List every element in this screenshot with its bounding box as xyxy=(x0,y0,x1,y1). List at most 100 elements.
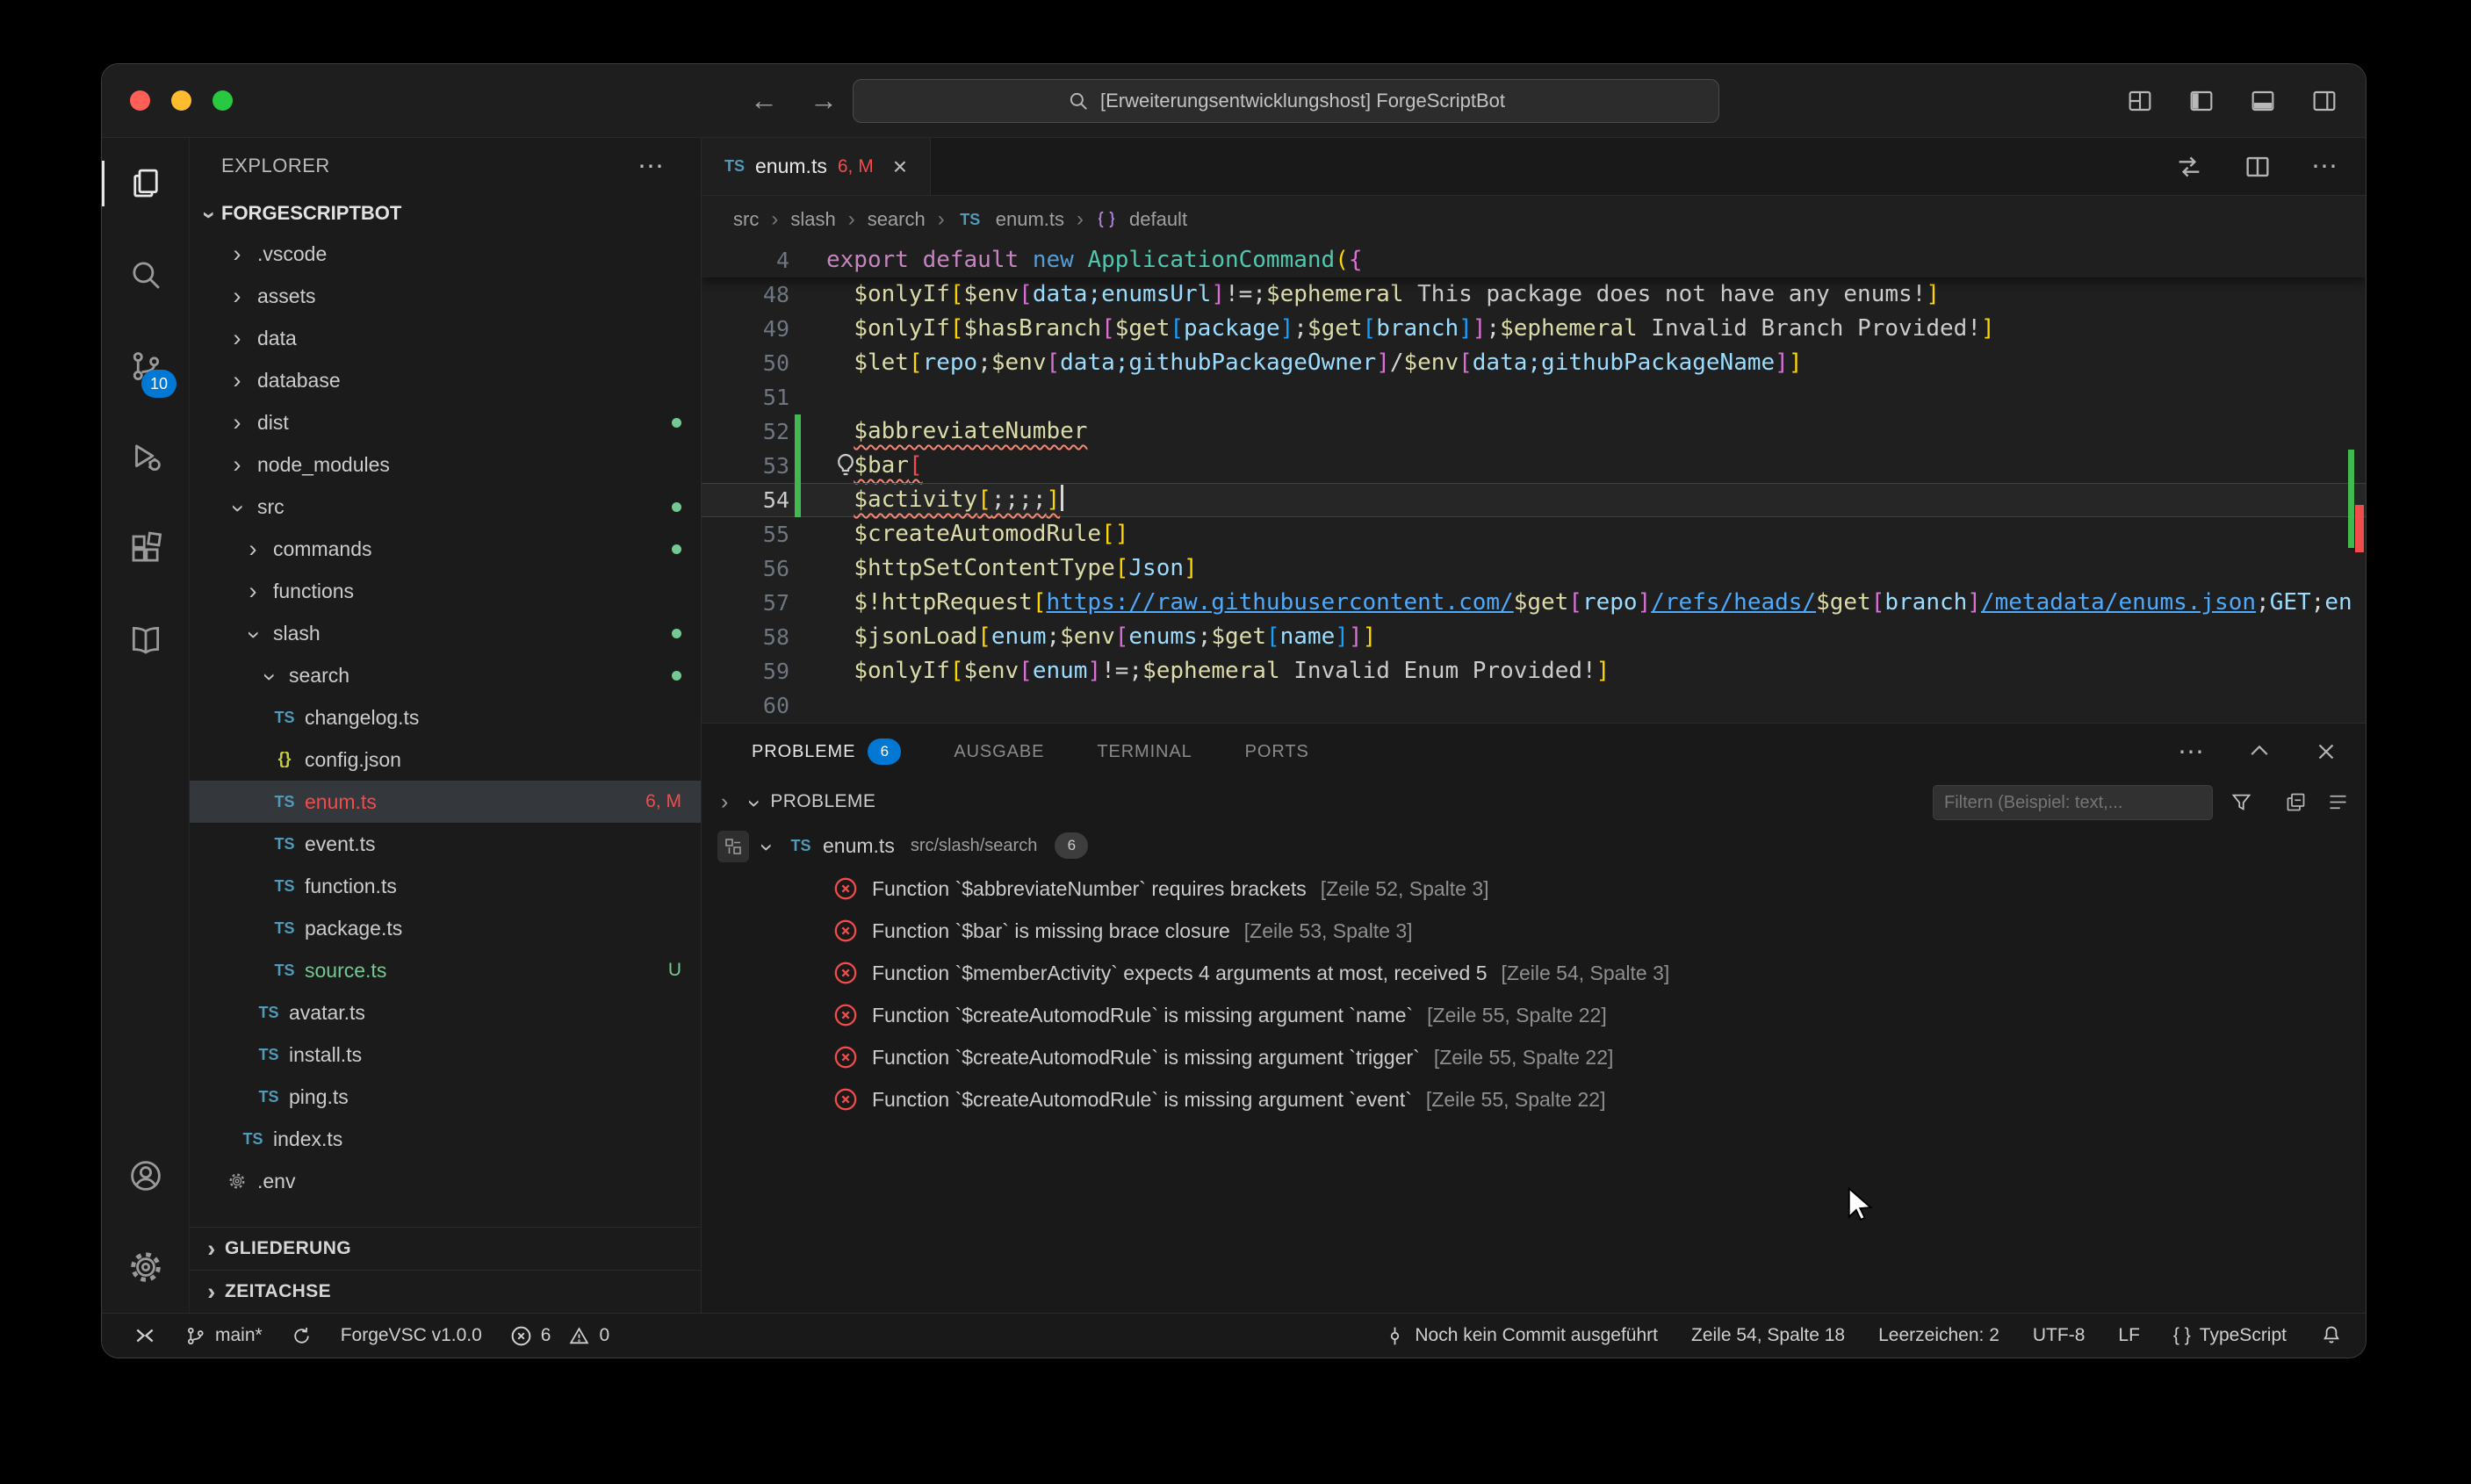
activity-item-settings[interactable] xyxy=(102,1221,189,1313)
eol-item[interactable]: LF xyxy=(2118,1325,2140,1346)
breadcrumb-item[interactable]: enum.ts xyxy=(996,208,1064,231)
command-center[interactable]: [Erweiterungsentwicklungshost] ForgeScri… xyxy=(853,79,1719,123)
panel-tab-output[interactable]: AUSGABE xyxy=(954,742,1044,762)
branch-status-item[interactable]: main* xyxy=(184,1325,263,1347)
problem-item[interactable]: Function `$createAutomodRule` is missing… xyxy=(702,1078,2366,1120)
tree-file-ping.ts[interactable]: TSping.ts xyxy=(190,1076,701,1118)
tree-file-source.ts[interactable]: TSsource.tsU xyxy=(190,949,701,991)
close-window-button[interactable] xyxy=(130,90,150,111)
code-line[interactable]: 50 $let[repo;$env[data;githubPackageOwne… xyxy=(702,346,2366,380)
tree-folder-database[interactable]: ›database xyxy=(190,359,701,401)
tree-file-enum.ts[interactable]: TSenum.ts6, M xyxy=(190,781,701,823)
breadcrumb-item[interactable]: src xyxy=(733,208,759,231)
code-line[interactable]: 59 $onlyIf[$env[enum]!=;$ephemeral Inval… xyxy=(702,654,2366,688)
code-line[interactable]: 53 $bar[ xyxy=(702,449,2366,483)
tree-folder-.vscode[interactable]: ›.vscode xyxy=(190,233,701,275)
tree-file-changelog.ts[interactable]: TSchangelog.ts xyxy=(190,696,701,738)
more-actions-icon[interactable]: ⋯ xyxy=(2311,151,2339,182)
forward-button[interactable]: → xyxy=(810,84,838,117)
chevron-down-icon[interactable]: › xyxy=(741,790,768,817)
chevron-right-icon[interactable]: › xyxy=(721,789,728,815)
tree-folder-dist[interactable]: ›dist xyxy=(190,401,701,443)
panel-tab-terminal[interactable]: TERMINAL xyxy=(1097,742,1192,762)
tree-folder-src[interactable]: ›src xyxy=(190,486,701,528)
collapse-all-icon[interactable] xyxy=(2284,790,2308,814)
problem-item[interactable]: Function `$bar` is missing brace closure… xyxy=(702,910,2366,952)
open-changes-icon[interactable] xyxy=(2174,152,2204,182)
remote-indicator-icon[interactable] xyxy=(133,1324,156,1347)
tree-folder-node_modules[interactable]: ›node_modules xyxy=(190,443,701,486)
tree-folder-data[interactable]: ›data xyxy=(190,317,701,359)
language-item[interactable]: { } TypeScript xyxy=(2173,1325,2287,1346)
tree-folder-functions[interactable]: ›functions xyxy=(190,570,701,612)
code-line[interactable]: 56 $httpSetContentType[Json] xyxy=(702,551,2366,586)
sync-icon[interactable] xyxy=(291,1325,313,1347)
zoom-window-button[interactable] xyxy=(213,90,233,111)
overview-ruler[interactable] xyxy=(2346,243,2366,723)
project-section-header[interactable]: › FORGESCRIPTBOT xyxy=(190,194,701,233)
activity-item-search[interactable] xyxy=(102,229,189,321)
tree-file-event.ts[interactable]: TSevent.ts xyxy=(190,823,701,865)
tree-folder-assets[interactable]: ›assets xyxy=(190,275,701,317)
panel-tab-problems[interactable]: PROBLEME 6 xyxy=(752,738,901,765)
section-outline[interactable]: › GLIEDERUNG xyxy=(190,1227,701,1270)
code-line[interactable]: 60 xyxy=(702,688,2366,723)
back-button[interactable]: ← xyxy=(750,84,778,117)
code-line[interactable]: 58 $jsonLoad[enum;$env[enums;$get[name]]… xyxy=(702,620,2366,654)
tree-folder-search[interactable]: ›search xyxy=(190,654,701,696)
close-tab-icon[interactable]: × xyxy=(893,153,907,181)
tree-file-package.ts[interactable]: TSpackage.ts xyxy=(190,907,701,949)
problems-filter-input[interactable] xyxy=(1933,785,2213,820)
lightbulb-icon[interactable] xyxy=(832,451,860,479)
code-line[interactable]: 51 xyxy=(702,380,2366,414)
tab-enum-ts[interactable]: TS enum.ts 6, M × xyxy=(702,138,931,195)
activity-item-account[interactable] xyxy=(102,1130,189,1221)
extension-version-item[interactable]: ForgeVSC v1.0.0 xyxy=(341,1325,482,1346)
tree-file-.env[interactable]: .env xyxy=(190,1160,701,1202)
minimize-window-button[interactable] xyxy=(171,90,191,111)
problem-item[interactable]: Function `$createAutomodRule` is missing… xyxy=(702,1036,2366,1078)
code-line[interactable]: 57 $!httpRequest[https://raw.githubuserc… xyxy=(702,586,2366,620)
breadcrumb-item[interactable]: slash xyxy=(790,208,835,231)
bell-icon[interactable] xyxy=(2320,1324,2343,1347)
toggle-panel-icon[interactable] xyxy=(2246,87,2280,115)
code-editor[interactable]: 4export default new ApplicationCommand({… xyxy=(702,243,2366,723)
maximize-panel-icon[interactable] xyxy=(2246,738,2273,765)
tree-folder-commands[interactable]: ›commands xyxy=(190,528,701,570)
cursor-position-item[interactable]: Zeile 54, Spalte 18 xyxy=(1691,1325,1845,1346)
activity-item-source-control[interactable]: 10 xyxy=(102,321,189,412)
indentation-item[interactable]: Leerzeichen: 2 xyxy=(1878,1325,1999,1346)
tree-file-function.ts[interactable]: TSfunction.ts xyxy=(190,865,701,907)
toggle-secondary-sidebar-icon[interactable] xyxy=(2308,87,2341,115)
activity-item-explorer[interactable] xyxy=(102,138,189,229)
problem-item[interactable]: Function `$memberActivity` expects 4 arg… xyxy=(702,952,2366,994)
activity-item-docs[interactable] xyxy=(102,594,189,686)
panel-tab-ports[interactable]: PORTS xyxy=(1245,742,1309,762)
more-actions-icon[interactable]: ⋯ xyxy=(638,151,666,182)
activity-item-extensions[interactable] xyxy=(102,503,189,594)
commit-status-item[interactable]: Noch kein Commit ausgeführt xyxy=(1384,1325,1658,1347)
more-actions-icon[interactable]: ⋯ xyxy=(2178,737,2206,767)
code-line[interactable]: 48 $onlyIf[$env[data;enumsUrl]!=;$epheme… xyxy=(702,277,2366,312)
section-timeline[interactable]: › ZEITACHSE xyxy=(190,1270,701,1313)
tree-file-config.json[interactable]: {}config.json xyxy=(190,738,701,781)
layout-grid-icon[interactable] xyxy=(2123,87,2157,115)
filter-icon[interactable] xyxy=(2230,790,2253,814)
toggle-primary-sidebar-icon[interactable] xyxy=(2185,87,2218,115)
problems-file-group[interactable]: › TS enum.ts src/slash/search 6 xyxy=(702,824,2366,868)
panel-rail-icon[interactable] xyxy=(717,831,749,862)
problem-item[interactable]: Function `$abbreviateNumber` requires br… xyxy=(702,868,2366,910)
tree-file-avatar.ts[interactable]: TSavatar.ts xyxy=(190,991,701,1034)
encoding-item[interactable]: UTF-8 xyxy=(2033,1325,2086,1346)
breadcrumb-item[interactable]: search xyxy=(868,208,926,231)
code-line[interactable]: 54 $activity[;;;;] xyxy=(702,483,2366,517)
problem-item[interactable]: Function `$createAutomodRule` is missing… xyxy=(702,994,2366,1036)
tree-file-install.ts[interactable]: TSinstall.ts xyxy=(190,1034,701,1076)
code-line[interactable]: 49 $onlyIf[$hasBranch[$get[package];$get… xyxy=(702,312,2366,346)
activity-item-run-debug[interactable] xyxy=(102,412,189,503)
code-line[interactable]: 55 $createAutomodRule[] xyxy=(702,517,2366,551)
view-as-table-icon[interactable] xyxy=(2326,790,2350,814)
sticky-line[interactable]: 4export default new ApplicationCommand({ xyxy=(702,243,2366,277)
tree-file-index.ts[interactable]: TSindex.ts xyxy=(190,1118,701,1160)
split-editor-icon[interactable] xyxy=(2243,152,2273,182)
